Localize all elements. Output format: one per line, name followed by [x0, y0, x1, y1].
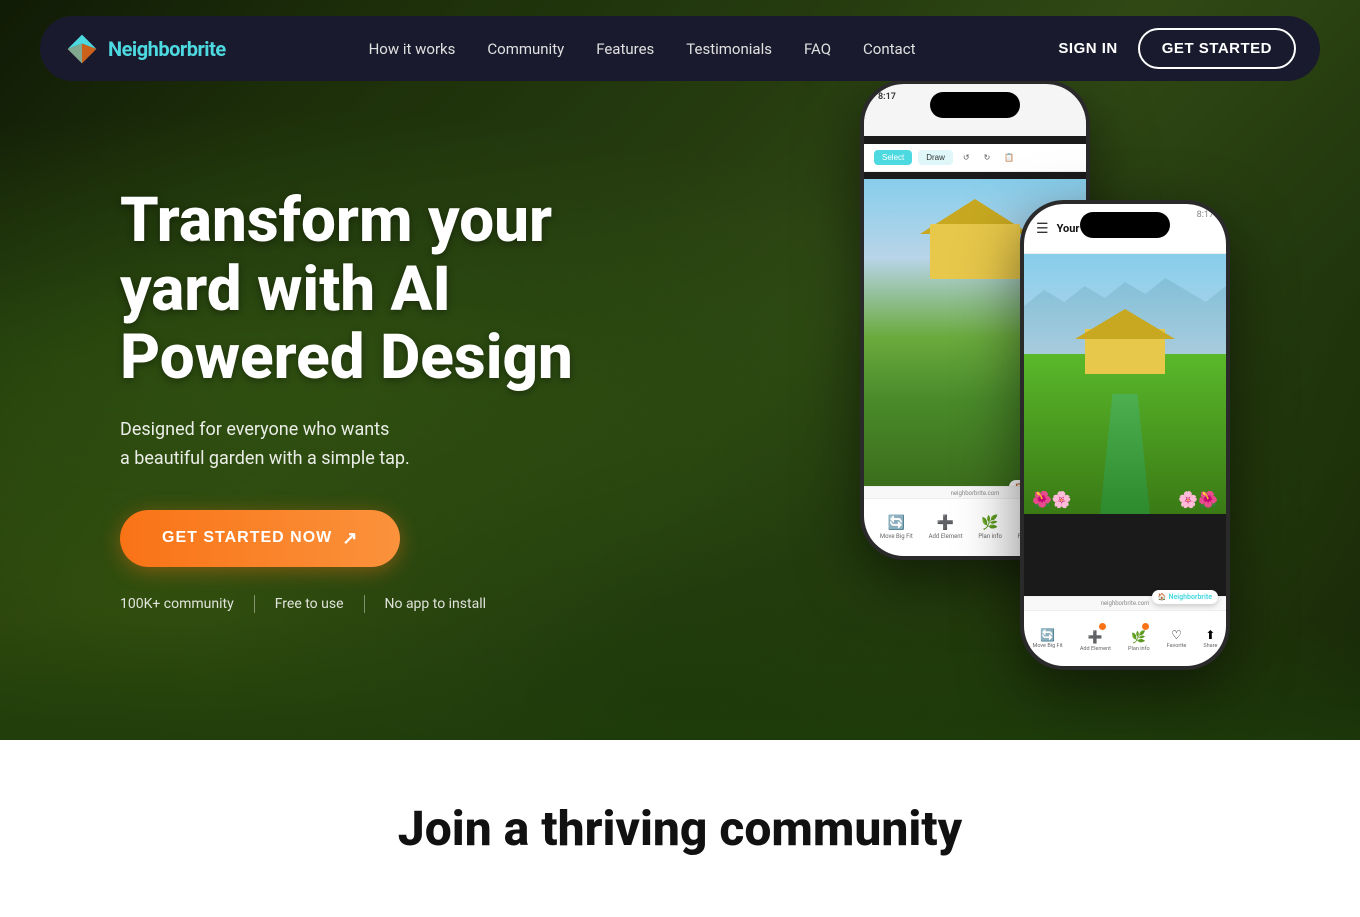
plan-badge — [1142, 623, 1149, 630]
add-badge — [1099, 623, 1106, 630]
nav-faq[interactable]: FAQ — [804, 40, 831, 58]
gen-house — [1070, 309, 1180, 374]
front-share-icon: ⬆ — [1205, 628, 1215, 642]
front-nav-share: ⬆ Share — [1203, 628, 1217, 649]
front-nav-add: ➕ Add Element — [1080, 626, 1111, 652]
front-fav-icon: ♡ — [1171, 628, 1182, 642]
phone-toolbar: Select Draw ↺ ↻ 📋 — [864, 144, 1086, 172]
phone-front-screen: ☰ Your Generated Yard 8:17 — [1024, 204, 1226, 666]
front-nav-move: 🔄 Move Big Fit — [1033, 628, 1063, 649]
bottom-section: Join a thriving community — [0, 740, 1360, 917]
nav-actions: SIGN IN GET STARTED — [1058, 28, 1296, 69]
bottom-nav-move: 🔄 Move Big Fit — [880, 515, 913, 540]
sign-in-button[interactable]: SIGN IN — [1058, 40, 1117, 57]
add-icon: ➕ — [937, 515, 954, 531]
phone-front: ☰ Your Generated Yard 8:17 — [1020, 200, 1230, 670]
phone-notch-back — [930, 92, 1020, 118]
nav-how-it-works[interactable]: How it works — [369, 40, 456, 58]
phone-front-bottom-nav: 🔄 Move Big Fit ➕ Add Element 🌿 — [1024, 610, 1226, 666]
badge-noapp: No app to install — [365, 596, 507, 612]
gen-status: 8:17 — [1197, 210, 1214, 220]
phone-status-time: 8:17 — [878, 92, 896, 102]
hero-section: Transform your yard with AI Powered Desi… — [0, 0, 1360, 740]
nav-contact[interactable]: Contact — [863, 40, 915, 58]
nav-community[interactable]: Community — [487, 40, 564, 58]
nav-testimonials[interactable]: Testimonials — [686, 40, 772, 58]
front-add-icon: ➕ — [1088, 630, 1103, 644]
arrow-icon: ↗ — [342, 528, 358, 549]
phone-notch-front — [1080, 212, 1170, 238]
logo[interactable]: Neighborbrite — [64, 31, 226, 67]
hero-content: Transform your yard with AI Powered Desi… — [0, 127, 573, 612]
hero-badges: 100K+ community Free to use No app to in… — [120, 595, 573, 613]
redo-icon: ↻ — [980, 151, 995, 164]
undo-icon: ↺ — [959, 151, 974, 164]
gen-garden-image: 🌺🌸 🌸🌺 — [1024, 254, 1226, 514]
badge-community: 100K+ community — [120, 596, 254, 612]
hero-subtitle: Designed for everyone who wants a beauti… — [120, 416, 573, 474]
hero-cta-button[interactable]: GET STARTED NOW ↗ — [120, 510, 400, 567]
navbar: Neighborbrite How it works Community Fea… — [40, 16, 1320, 81]
gen-menu-icon: ☰ — [1036, 221, 1049, 237]
toolbar-select[interactable]: Select — [874, 150, 912, 165]
nav-links: How it works Community Features Testimon… — [369, 40, 916, 58]
get-started-nav-button[interactable]: GET STARTED — [1138, 28, 1296, 69]
front-nav-fav: ♡ Favorite — [1167, 628, 1187, 649]
bottom-nav-plan: 🌿 Plan info — [978, 515, 1002, 540]
nav-features[interactable]: Features — [596, 40, 654, 58]
front-move-icon: 🔄 — [1040, 628, 1055, 642]
badge-free: Free to use — [255, 596, 364, 612]
logo-text: Neighborbrite — [108, 37, 226, 61]
house-shape-back — [915, 199, 1035, 279]
paste-icon: 📋 — [1000, 151, 1018, 164]
flowers-left: 🌺🌸 — [1032, 490, 1072, 509]
nb-logo-front: 🏠 Neighborbrite — [1152, 590, 1218, 604]
front-nav-plan: 🌿 Plan info — [1128, 626, 1150, 652]
phone-mockups: 8:17 Tag yard Select Draw ↺ ↻ 📋 Tap the … — [860, 80, 1280, 680]
bottom-title: Join a thriving community — [20, 800, 1340, 857]
hero-title: Transform your yard with AI Powered Desi… — [120, 187, 573, 392]
toolbar-draw[interactable]: Draw — [918, 150, 953, 165]
house-body-back — [930, 224, 1020, 279]
move-icon: 🔄 — [888, 515, 905, 531]
logo-icon — [64, 31, 100, 67]
bottom-nav-add: ➕ Add Element — [929, 515, 963, 540]
front-plan-icon: 🌿 — [1131, 630, 1146, 644]
plan-icon: 🌿 — [981, 515, 998, 531]
flowers-right: 🌸🌺 — [1178, 490, 1218, 509]
